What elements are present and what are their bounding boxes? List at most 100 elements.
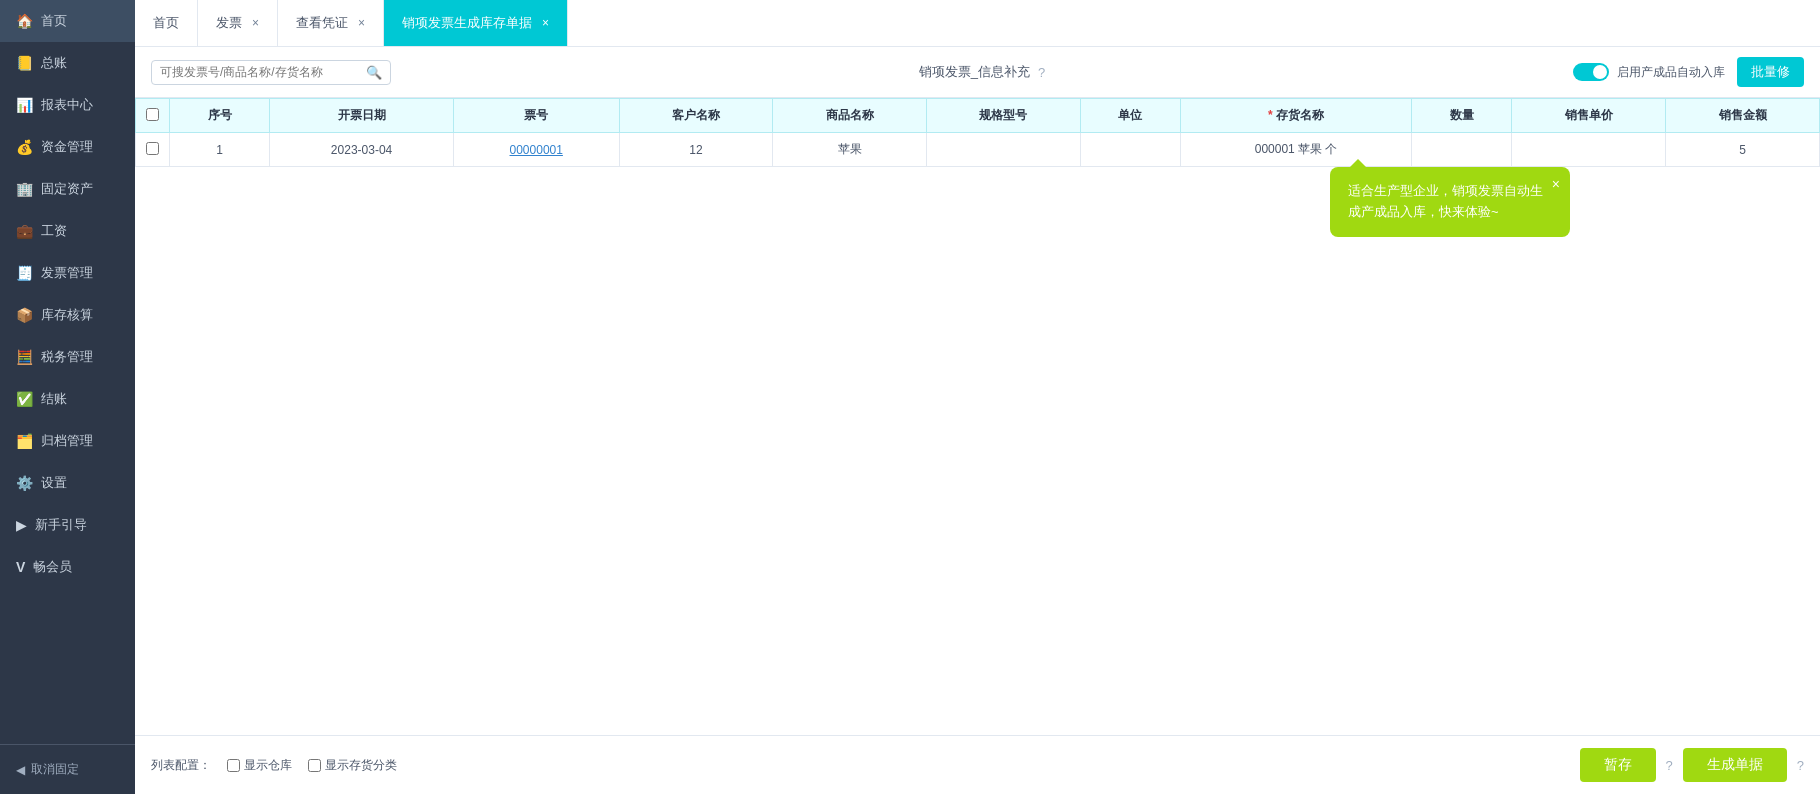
inventory-icon: 📦	[16, 307, 33, 323]
tooltip-popup: × 适合生产型企业，销项发票自动生成产成品入库，快来体验~	[1330, 167, 1570, 237]
cell-ticket-no[interactable]: 00000001	[453, 133, 619, 167]
header-product: 商品名称	[773, 99, 927, 133]
list-config-label: 列表配置：	[151, 757, 211, 774]
toolbar-help-icon[interactable]: ?	[1038, 65, 1045, 80]
show-category-checkbox[interactable]	[308, 759, 321, 772]
sidebar-unpin[interactable]: ◀ 取消固定	[0, 753, 135, 786]
sidebar-item-closing[interactable]: ✅ 结账	[0, 378, 135, 420]
sidebar-item-funds[interactable]: 💰 资金管理	[0, 126, 135, 168]
cell-inventory-name[interactable]: 000001 苹果 个	[1181, 133, 1412, 167]
tab-home-label: 首页	[153, 14, 179, 32]
header-amount: 销售金额	[1666, 99, 1820, 133]
data-table: 序号 开票日期 票号 客户名称 商品名称 规格型号 单位 * 存货名称 数量 销…	[135, 98, 1820, 167]
toolbar-right: 启用产成品自动入库 批量修	[1573, 57, 1804, 87]
tab-inventory-close[interactable]: ×	[542, 16, 549, 30]
show-category-label[interactable]: 显示存货分类	[308, 757, 397, 774]
header-seq: 序号	[170, 99, 270, 133]
sidebar-label-salary: 工资	[41, 222, 67, 240]
sidebar-label-invoice: 发票管理	[41, 264, 93, 282]
ledger-icon: 📒	[16, 55, 33, 71]
header-quantity: 数量	[1412, 99, 1512, 133]
auto-warehouse-toggle[interactable]	[1573, 63, 1609, 81]
header-unit: 单位	[1080, 99, 1180, 133]
sidebar: 🏠 首页 📒 总账 📊 报表中心 💰 资金管理 🏢 固定资产 💼 工资 🧾 发票…	[0, 0, 135, 794]
home-icon: 🏠	[16, 13, 33, 29]
header-date: 开票日期	[270, 99, 454, 133]
ticket-no-link[interactable]: 00000001	[510, 143, 563, 157]
cell-customer: 12	[619, 133, 773, 167]
sidebar-item-reports[interactable]: 📊 报表中心	[0, 84, 135, 126]
unpin-icon: ◀	[16, 763, 25, 777]
save-help-icon[interactable]: ?	[1666, 758, 1673, 773]
header-price: 销售单价	[1512, 99, 1666, 133]
sidebar-item-guide[interactable]: ▶ 新手引导	[0, 504, 135, 546]
sidebar-label-tax: 税务管理	[41, 348, 93, 366]
cell-quantity[interactable]	[1412, 133, 1512, 167]
sidebar-label-assets: 固定资产	[41, 180, 93, 198]
assets-icon: 🏢	[16, 181, 33, 197]
salary-icon: 💼	[16, 223, 33, 239]
sidebar-item-archive[interactable]: 🗂️ 归档管理	[0, 420, 135, 462]
sidebar-label-home: 首页	[41, 12, 67, 30]
tab-invoice[interactable]: 发票 ×	[198, 0, 278, 46]
generate-button[interactable]: 生成单据	[1683, 748, 1787, 782]
table-header-row: 序号 开票日期 票号 客户名称 商品名称 规格型号 单位 * 存货名称 数量 销…	[136, 99, 1820, 133]
cell-unit	[1080, 133, 1180, 167]
search-box[interactable]: 🔍	[151, 60, 391, 85]
reports-icon: 📊	[16, 97, 33, 113]
sidebar-item-settings[interactable]: ⚙️ 设置	[0, 462, 135, 504]
tab-home[interactable]: 首页	[135, 0, 198, 46]
sidebar-item-salary[interactable]: 💼 工资	[0, 210, 135, 252]
batch-button[interactable]: 批量修	[1737, 57, 1804, 87]
invoice-icon: 🧾	[16, 265, 33, 281]
tab-inventory[interactable]: 销项发票生成库存单据 ×	[384, 0, 568, 46]
toggle-label: 启用产成品自动入库	[1617, 64, 1725, 81]
generate-help-icon[interactable]: ?	[1797, 758, 1804, 773]
tab-invoice-label: 发票	[216, 14, 242, 32]
bottom-bar: 列表配置： 显示仓库 显示存货分类 暂存 ? 生成单据 ?	[135, 735, 1820, 794]
show-warehouse-label[interactable]: 显示仓库	[227, 757, 292, 774]
sidebar-item-invoice[interactable]: 🧾 发票管理	[0, 252, 135, 294]
sidebar-item-home[interactable]: 🏠 首页	[0, 0, 135, 42]
save-button[interactable]: 暂存	[1580, 748, 1656, 782]
tab-invoice-close[interactable]: ×	[252, 16, 259, 30]
sidebar-label-ledger: 总账	[41, 54, 67, 72]
tab-voucher[interactable]: 查看凭证 ×	[278, 0, 384, 46]
toolbar-title: 销项发票_信息补充	[919, 63, 1030, 81]
sidebar-item-assets[interactable]: 🏢 固定资产	[0, 168, 135, 210]
sidebar-label-reports: 报表中心	[41, 96, 93, 114]
settings-icon: ⚙️	[16, 475, 33, 491]
sidebar-item-ledger[interactable]: 📒 总账	[0, 42, 135, 84]
sidebar-label-closing: 结账	[41, 390, 67, 408]
row-checkbox[interactable]	[146, 142, 159, 155]
sidebar-item-inventory[interactable]: 📦 库存核算	[0, 294, 135, 336]
cell-amount: 5	[1666, 133, 1820, 167]
bottom-actions: 暂存 ? 生成单据 ?	[1580, 748, 1804, 782]
show-warehouse-text: 显示仓库	[244, 757, 292, 774]
toolbar-center: 销项发票_信息补充 ?	[401, 63, 1563, 81]
sidebar-item-tax[interactable]: 🧮 税务管理	[0, 336, 135, 378]
tooltip-close-button[interactable]: ×	[1552, 173, 1560, 195]
guide-icon: ▶	[16, 517, 27, 533]
cell-product: 苹果	[773, 133, 927, 167]
tab-inventory-label: 销项发票生成库存单据	[402, 14, 532, 32]
header-checkbox[interactable]	[136, 99, 170, 133]
funds-icon: 💰	[16, 139, 33, 155]
sidebar-item-vip[interactable]: V 畅会员	[0, 546, 135, 588]
closing-icon: ✅	[16, 391, 33, 407]
header-ticket-no: 票号	[453, 99, 619, 133]
select-all-checkbox[interactable]	[146, 108, 159, 121]
tab-voucher-close[interactable]: ×	[358, 16, 365, 30]
show-category-text: 显示存货分类	[325, 757, 397, 774]
cell-date: 2023-03-04	[270, 133, 454, 167]
search-input[interactable]	[160, 65, 360, 79]
row-checkbox-cell[interactable]	[136, 133, 170, 167]
table-row: 1 2023-03-04 00000001 12 苹果 000001 苹果 个 …	[136, 133, 1820, 167]
cell-price[interactable]	[1512, 133, 1666, 167]
sidebar-label-inventory: 库存核算	[41, 306, 93, 324]
main-area: 首页 发票 × 查看凭证 × 销项发票生成库存单据 × 🔍 销项发票_信息补充 …	[135, 0, 1820, 794]
tab-bar: 首页 发票 × 查看凭证 × 销项发票生成库存单据 ×	[135, 0, 1820, 47]
toggle-area: 启用产成品自动入库	[1573, 63, 1725, 81]
tab-voucher-label: 查看凭证	[296, 14, 348, 32]
show-warehouse-checkbox[interactable]	[227, 759, 240, 772]
